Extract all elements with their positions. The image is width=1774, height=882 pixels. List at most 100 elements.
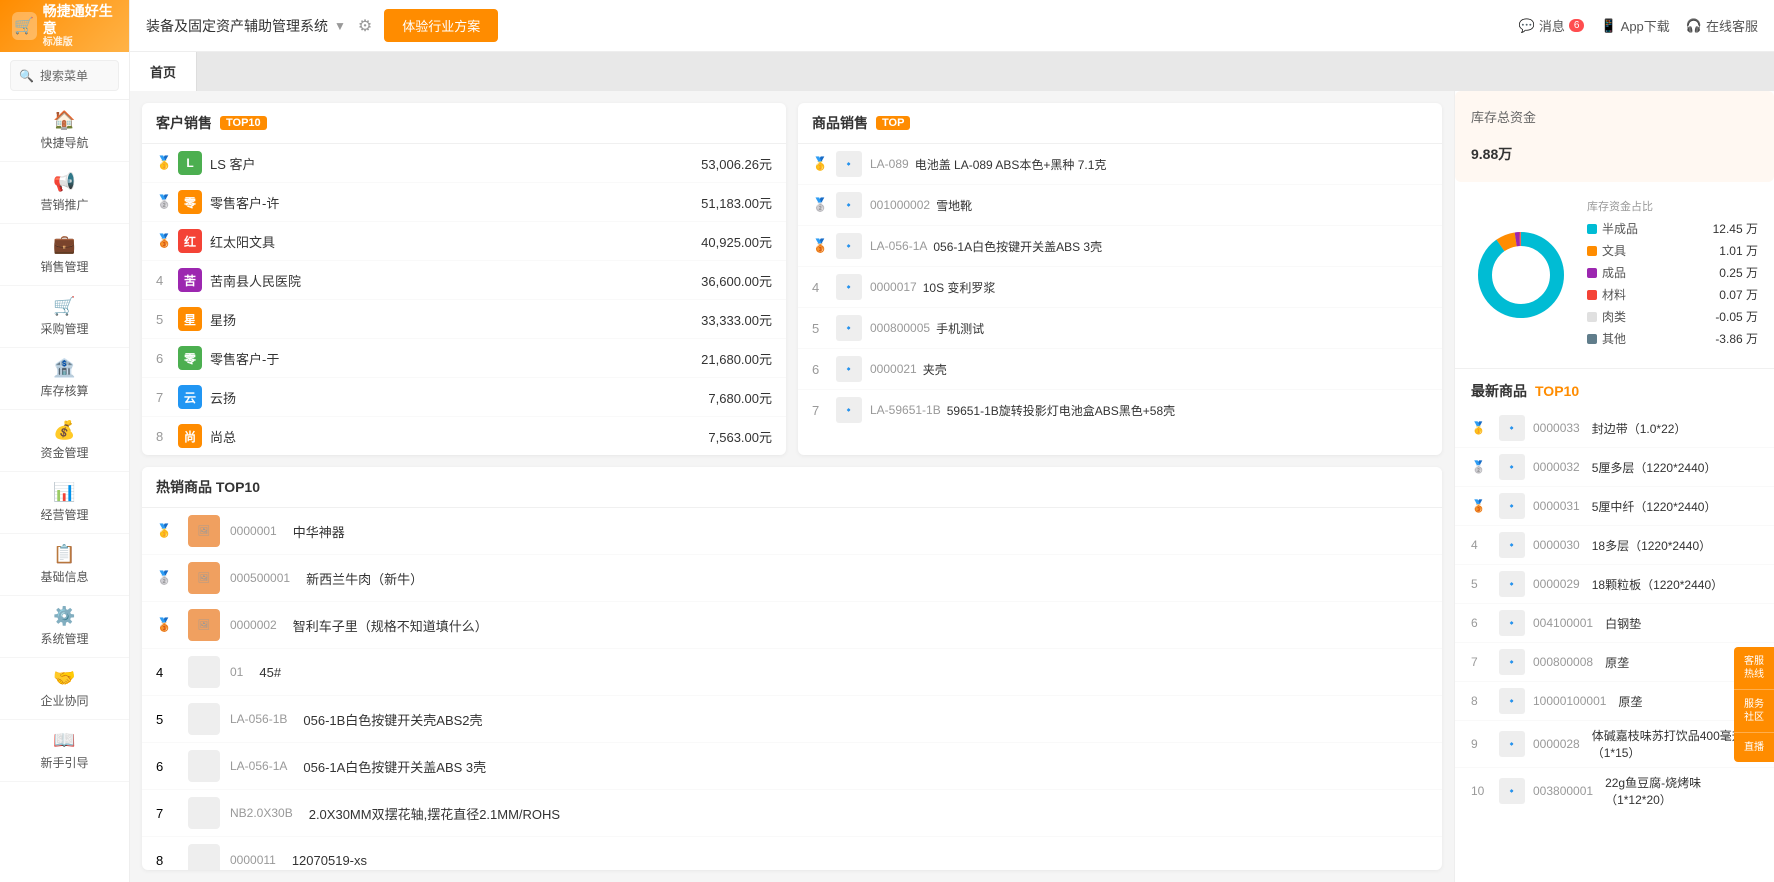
main-area: 装备及固定资产辅助管理系统 ▼ ⚙ 体验行业方案 💬 消息 6 📱 App下载 … xyxy=(130,0,1774,882)
hot-rank-7: 8 xyxy=(156,853,178,868)
sidebar-item-label-6: 经营管理 xyxy=(40,506,88,523)
product-top-badge: TOP xyxy=(876,116,910,130)
np-code-5: 004100001 xyxy=(1533,616,1593,630)
hot-rank-6: 7 xyxy=(156,806,178,821)
customer-ranking-header: 客户销售 TOP10 xyxy=(142,103,786,144)
np-thumb-3: 🔹 xyxy=(1499,532,1525,558)
hot-name-1: 新西兰牛肉（新牛） xyxy=(306,569,1428,588)
rank-name-7: 尚总 xyxy=(210,427,708,446)
float-btn-community[interactable]: 服务社区 xyxy=(1734,690,1774,733)
new-products-section: 最新商品 TOP10 🥇 🔹 0000033 封边带（1.0*22） 🥈 🔹 0… xyxy=(1455,369,1774,814)
product-name-4: 手机测试 xyxy=(936,320,1428,337)
hot-rank-1: 🥈 xyxy=(156,570,178,586)
sidebar-item-2[interactable]: 💼 销售管理 xyxy=(0,224,129,286)
hot-name-2: 智利车子里（规格不知道填什么） xyxy=(293,616,1428,635)
hot-code-2: 0000002 xyxy=(230,618,277,632)
tab-bar: 首页 xyxy=(130,52,1774,91)
legend-name-0: 半成品 xyxy=(1602,220,1638,237)
hot-rank-5: 6 xyxy=(156,759,178,774)
legend-left-3: 材料 xyxy=(1587,286,1626,303)
gear-icon[interactable]: ⚙ xyxy=(358,16,372,36)
rank-amount-6: 7,680.00元 xyxy=(708,388,772,407)
tab-home-label: 首页 xyxy=(150,65,176,80)
sidebar-item-icon-5: 💰 xyxy=(53,420,75,441)
new-product-row-7: 7 🔹 000800008 原垄 xyxy=(1455,643,1774,682)
sidebar-item-1[interactable]: 📢 营销推广 xyxy=(0,162,129,224)
legend-color-0 xyxy=(1587,224,1597,234)
sidebar-item-icon-8: ⚙️ xyxy=(53,606,75,627)
hot-name-3: 45# xyxy=(259,665,1428,680)
logo-sub: 标准版 xyxy=(43,37,117,49)
rank-num-7: 8 xyxy=(156,429,178,444)
system-title: 装备及固定资产辅助管理系统 ▼ xyxy=(146,16,346,36)
legend-name-5: 其他 xyxy=(1602,330,1626,347)
hot-thumb-5 xyxy=(188,750,220,782)
customer-row-4: 4 苦 苦南县人民医院 36,600.00元 xyxy=(142,261,786,300)
np-thumb-0: 🔹 xyxy=(1499,415,1525,441)
trial-button[interactable]: 体验行业方案 xyxy=(384,9,498,42)
sidebar-item-0[interactable]: 🏠 快捷导航 xyxy=(0,100,129,162)
np-code-2: 0000031 xyxy=(1533,499,1580,513)
inventory-title: 库存总资金 xyxy=(1471,107,1758,126)
np-rank-4: 5 xyxy=(1471,577,1491,591)
rank-amount-3: 36,600.00元 xyxy=(701,271,772,290)
rank-name-0: LS 客户 xyxy=(210,154,701,173)
np-rank-2: 🥉 xyxy=(1471,499,1491,513)
sidebar-item-label-5: 资金管理 xyxy=(40,444,88,461)
new-product-row-4: 4 🔹 0000030 18多层（1220*2440） xyxy=(1455,526,1774,565)
sidebar-item-icon-4: 🏦 xyxy=(53,358,75,379)
sidebar-item-3[interactable]: 🛒 采购管理 xyxy=(0,286,129,348)
hot-thumb-7 xyxy=(188,844,220,870)
legend-item-4: 肉类 -0.05 万 xyxy=(1587,308,1758,325)
hot-row-2: 🥈 🖼 000500001 新西兰牛肉（新牛） xyxy=(142,555,1442,602)
sidebar-item-icon-2: 💼 xyxy=(53,234,75,255)
search-area: 🔍 搜索菜单 xyxy=(0,52,129,100)
rank-name-5: 零售客户-于 xyxy=(210,349,701,368)
app-download[interactable]: 📱 App下载 xyxy=(1600,16,1669,35)
rank-name-4: 星扬 xyxy=(210,310,701,329)
rank-amount-7: 7,563.00元 xyxy=(708,427,772,446)
hot-row-5: 5 LA-056-1B 056-1B白色按键开关壳ABS2壳 xyxy=(142,696,1442,743)
sidebar-item-8[interactable]: ⚙️ 系统管理 xyxy=(0,596,129,658)
online-service[interactable]: 🎧 在线客服 xyxy=(1686,16,1758,35)
customer-row-1: 🥇 L LS 客户 53,006.26元 xyxy=(142,144,786,183)
np-code-0: 0000033 xyxy=(1533,421,1580,435)
sidebar-item-6[interactable]: 📊 经营管理 xyxy=(0,472,129,534)
rank-avatar-7: 尚 xyxy=(178,424,202,448)
tab-home[interactable]: 首页 xyxy=(130,52,197,91)
legend-left-5: 其他 xyxy=(1587,330,1626,347)
np-thumb-4: 🔹 xyxy=(1499,571,1525,597)
sidebar-item-9[interactable]: 🤝 企业协同 xyxy=(0,658,129,720)
np-name-4: 18颗粒板（1220*2440） xyxy=(1592,576,1758,593)
customer-row-2: 🥈 零 零售客户-许 51,183.00元 xyxy=(142,183,786,222)
hot-name-5: 056-1A白色按键开关盖ABS 3壳 xyxy=(303,757,1428,776)
sidebar-item-4[interactable]: 🏦 库存核算 xyxy=(0,348,129,410)
sidebar-item-label-0: 快捷导航 xyxy=(40,134,88,151)
product-rank-2: 🥉 xyxy=(812,238,836,254)
hot-product-rows: 🥇 🖼 0000001 中华神器 🥈 🖼 000500001 新西兰牛肉（新牛）… xyxy=(142,508,1442,870)
search-menu-button[interactable]: 🔍 搜索菜单 xyxy=(10,60,119,91)
np-rank-6: 7 xyxy=(1471,655,1491,669)
float-btn-live[interactable]: 直播 xyxy=(1734,733,1774,762)
sidebar-item-10[interactable]: 📖 新手引导 xyxy=(0,720,129,782)
rank-avatar-2: 红 xyxy=(178,229,202,253)
product-thumb-2: 🔹 xyxy=(836,233,862,259)
message-icon: 💬 xyxy=(1519,18,1535,34)
hot-rank-4: 5 xyxy=(156,712,178,727)
sidebar-item-7[interactable]: 📋 基础信息 xyxy=(0,534,129,596)
inventory-block: 库存总资金 9.88万 xyxy=(1455,91,1774,182)
logo-icon: 🛒 xyxy=(12,12,37,40)
top-row: 客户销售 TOP10 🥇 L LS 客户 53,006.26元 🥈 零 零售客户… xyxy=(142,103,1442,455)
legend-val-1: 1.01 万 xyxy=(1719,242,1758,259)
hot-name-4: 056-1B白色按键开关壳ABS2壳 xyxy=(303,710,1428,729)
float-btn-service[interactable]: 客服热线 xyxy=(1734,647,1774,690)
legend-left-1: 文具 xyxy=(1587,242,1626,259)
sidebar-items: 🏠 快捷导航📢 营销推广💼 销售管理🛒 采购管理🏦 库存核算💰 资金管理📊 经营… xyxy=(0,100,129,782)
rank-num-4: 5 xyxy=(156,312,178,327)
np-thumb-5: 🔹 xyxy=(1499,610,1525,636)
product-code-4: 000800005 xyxy=(870,321,930,335)
product-thumb-6: 🔹 xyxy=(836,397,862,423)
sidebar-item-icon-9: 🤝 xyxy=(53,668,75,689)
message-badge[interactable]: 💬 消息 6 xyxy=(1519,16,1585,35)
sidebar-item-5[interactable]: 💰 资金管理 xyxy=(0,410,129,472)
